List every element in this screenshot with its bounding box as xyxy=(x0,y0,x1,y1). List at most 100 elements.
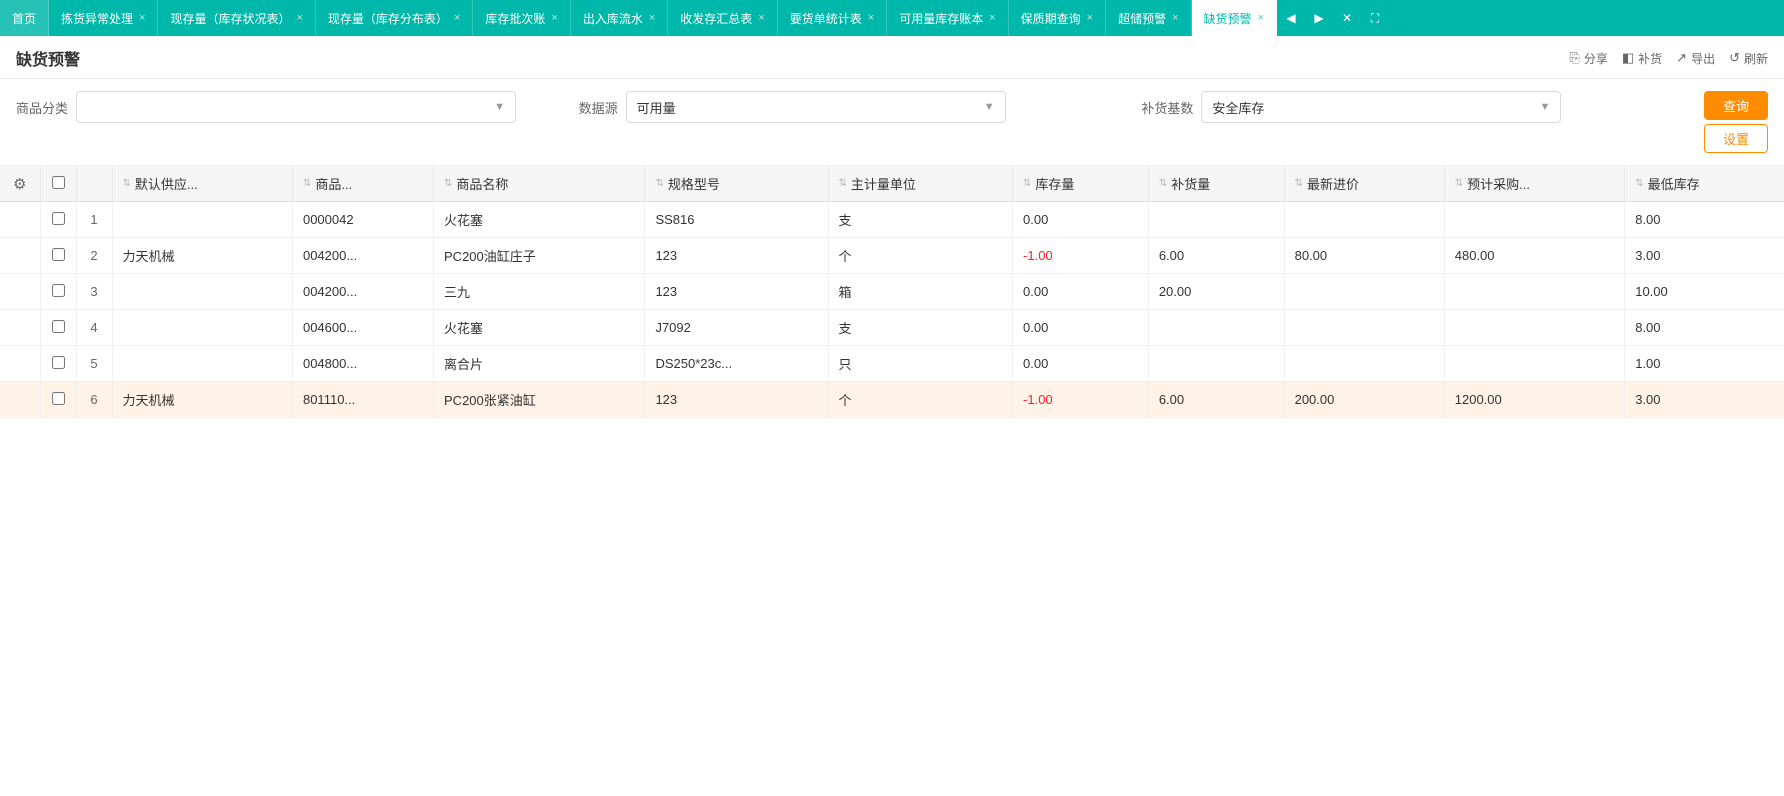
col-num xyxy=(76,166,112,202)
sort-icon-name[interactable]: ⇅ xyxy=(444,178,452,189)
tab-close-inventory-dist[interactable]: × xyxy=(454,12,460,24)
row-settings-2 xyxy=(0,274,40,310)
tab-batch-account[interactable]: 库存批次账 × xyxy=(473,0,570,36)
tab-close-available-ledger[interactable]: × xyxy=(989,12,995,24)
row-select-1[interactable] xyxy=(52,248,65,261)
replenish-base-value: 安全库存 xyxy=(1212,98,1264,117)
column-settings-icon[interactable]: ⚙ xyxy=(13,176,26,193)
tab-close-batch-account[interactable]: × xyxy=(551,12,557,24)
tab-window-close[interactable]: ✕ xyxy=(1333,0,1361,36)
tab-demand-stats[interactable]: 要货单统计表 × xyxy=(778,0,887,36)
share-button[interactable]: ⎘ 分享 xyxy=(1569,50,1607,67)
tab-close-abnormal[interactable]: × xyxy=(139,12,145,24)
row-checkbox-4[interactable] xyxy=(40,346,76,382)
replenish-base-select[interactable]: 安全库存 ▼ xyxy=(1201,91,1561,123)
tab-fullscreen[interactable]: ⛶ xyxy=(1361,0,1389,36)
row-name-0: 火花塞 xyxy=(434,202,645,238)
table-container: ⚙ ⇅ 默认供应... ⇅ 商 xyxy=(0,166,1784,418)
tab-close-inventory-status[interactable]: × xyxy=(296,12,302,24)
export-button[interactable]: ↗ 导出 xyxy=(1676,50,1715,67)
tab-close-overstock[interactable]: × xyxy=(1172,12,1178,24)
tab-close-receipt-summary[interactable]: × xyxy=(758,12,764,24)
row-estimated-2 xyxy=(1444,274,1624,310)
row-checkbox-2[interactable] xyxy=(40,274,76,310)
tab-receipt-summary[interactable]: 收发存汇总表 × xyxy=(668,0,777,36)
col-stock-qty: ⇅ 库存量 xyxy=(1013,166,1149,202)
row-select-3[interactable] xyxy=(52,320,65,333)
query-button[interactable]: 查询 xyxy=(1704,91,1768,120)
sort-icon-code[interactable]: ⇅ xyxy=(303,178,311,189)
tab-close-inout-flow[interactable]: × xyxy=(649,12,655,24)
row-replenish-2: 20.00 xyxy=(1148,274,1284,310)
tab-close-shortage[interactable]: × xyxy=(1258,12,1264,24)
row-code-0: 0000042 xyxy=(292,202,433,238)
row-unit-1: 个 xyxy=(828,238,1013,274)
data-table: ⚙ ⇅ 默认供应... ⇅ 商 xyxy=(0,166,1784,418)
row-stock-5: -1.00 xyxy=(1013,382,1149,418)
row-price-5: 200.00 xyxy=(1284,382,1444,418)
sort-icon-unit[interactable]: ⇅ xyxy=(839,178,847,189)
row-supplier-5: 力天机械 xyxy=(112,382,292,418)
row-unit-3: 支 xyxy=(828,310,1013,346)
row-replenish-5: 6.00 xyxy=(1148,382,1284,418)
row-settings-0 xyxy=(0,202,40,238)
data-source-select[interactable]: 可用量 ▼ xyxy=(626,91,1006,123)
tab-close-demand-stats[interactable]: × xyxy=(868,12,874,24)
tab-nav-prev[interactable]: ◀ xyxy=(1277,0,1305,36)
row-code-5: 801110... xyxy=(292,382,433,418)
row-name-2: 三九 xyxy=(434,274,645,310)
row-price-0 xyxy=(1284,202,1444,238)
row-replenish-4 xyxy=(1148,346,1284,382)
tab-nav-next[interactable]: ▶ xyxy=(1305,0,1333,36)
row-replenish-3 xyxy=(1148,310,1284,346)
row-checkbox-0[interactable] xyxy=(40,202,76,238)
replenish-base-label: 补货基数 xyxy=(1141,98,1193,117)
row-num-5: 6 xyxy=(76,382,112,418)
row-replenish-0 xyxy=(1148,202,1284,238)
data-source-value: 可用量 xyxy=(637,98,676,117)
row-estimated-5: 1200.00 xyxy=(1444,382,1624,418)
row-select-2[interactable] xyxy=(52,284,65,297)
row-select-0[interactable] xyxy=(52,212,65,225)
settings-button[interactable]: 设置 xyxy=(1704,124,1768,153)
row-checkbox-1[interactable] xyxy=(40,238,76,274)
row-code-1: 004200... xyxy=(292,238,433,274)
sort-icon-replenish[interactable]: ⇅ xyxy=(1159,178,1167,189)
col-settings: ⚙ xyxy=(0,166,40,202)
col-replenish-qty: ⇅ 补货量 xyxy=(1148,166,1284,202)
sort-icon-min-stock[interactable]: ⇅ xyxy=(1635,178,1643,189)
tab-home[interactable]: 首页 xyxy=(0,0,49,36)
category-select[interactable]: ▼ xyxy=(76,91,516,123)
row-checkbox-5[interactable] xyxy=(40,382,76,418)
col-min-stock: ⇅ 最低库存 xyxy=(1625,166,1784,202)
sort-icon-stock[interactable]: ⇅ xyxy=(1023,178,1031,189)
row-code-4: 004800... xyxy=(292,346,433,382)
sort-icon-estimated[interactable]: ⇅ xyxy=(1455,178,1463,189)
replenish-button[interactable]: ◧ 补货 xyxy=(1622,50,1662,67)
tab-close-expiry-query[interactable]: × xyxy=(1087,12,1093,24)
refresh-button[interactable]: ↺ 刷新 xyxy=(1729,50,1768,67)
row-stock-1: -1.00 xyxy=(1013,238,1149,274)
tab-expiry-query[interactable]: 保质期查询 × xyxy=(1009,0,1106,36)
sort-icon-supplier[interactable]: ⇅ xyxy=(123,178,131,189)
tab-abnormal[interactable]: 拣货异常处理 × xyxy=(49,0,158,36)
row-num-1: 2 xyxy=(76,238,112,274)
filter-actions: 查询 设置 xyxy=(1704,91,1768,153)
sort-icon-spec[interactable]: ⇅ xyxy=(655,178,663,189)
row-supplier-4 xyxy=(112,346,292,382)
row-checkbox-3[interactable] xyxy=(40,310,76,346)
row-spec-5: 123 xyxy=(645,382,828,418)
row-num-0: 1 xyxy=(76,202,112,238)
row-select-5[interactable] xyxy=(52,392,65,405)
tab-available-ledger[interactable]: 可用量库存账本 × xyxy=(887,0,1008,36)
sort-icon-price[interactable]: ⇅ xyxy=(1295,178,1303,189)
select-all-checkbox[interactable] xyxy=(52,176,65,189)
row-min-stock-1: 3.00 xyxy=(1625,238,1784,274)
tab-inout-flow[interactable]: 出入库流水 × xyxy=(571,0,668,36)
tab-shortage[interactable]: 缺货预警 × xyxy=(1192,0,1277,36)
tab-inventory-status[interactable]: 现存量（库存状况表） × xyxy=(158,0,315,36)
row-select-4[interactable] xyxy=(52,356,65,369)
tab-overstock[interactable]: 超储预警 × xyxy=(1106,0,1191,36)
col-latest-price: ⇅ 最新进价 xyxy=(1284,166,1444,202)
tab-inventory-dist[interactable]: 现存量（库存分布表） × xyxy=(316,0,473,36)
